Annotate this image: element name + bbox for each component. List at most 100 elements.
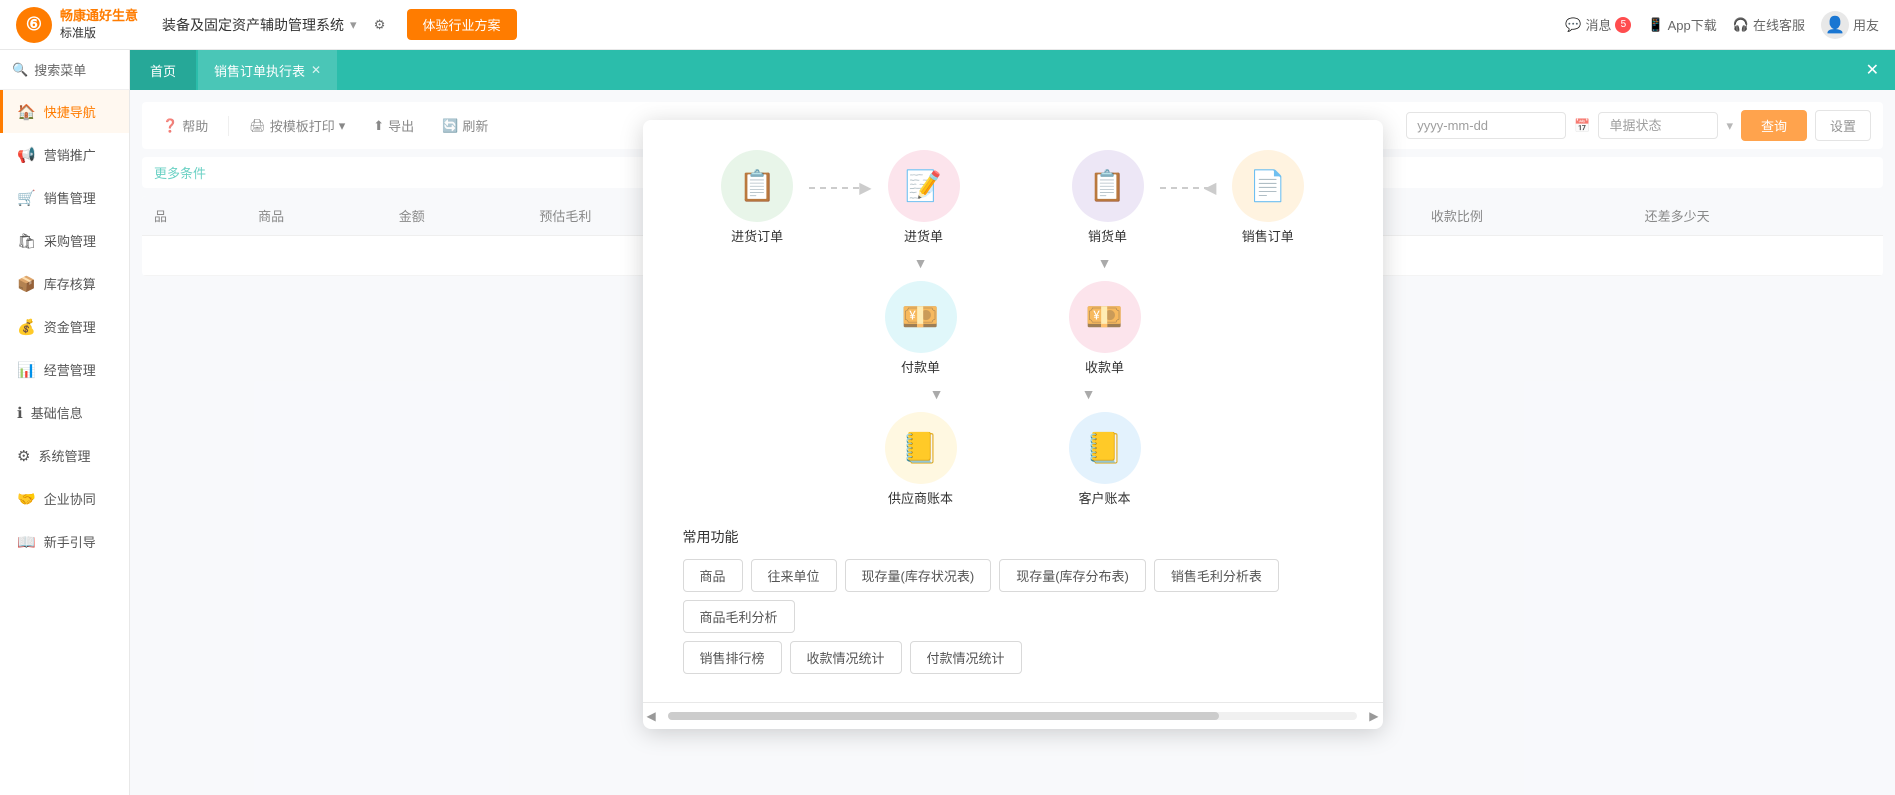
operation-icon: 📊 — [17, 361, 36, 379]
func-btn-contacts[interactable]: 往来单位 — [751, 559, 837, 592]
sidebar-item-marketing[interactable]: 📢 营销推广 — [0, 133, 129, 176]
purchase-order-circle: 📋 — [721, 150, 793, 222]
flow-section: 📋 进货订单 ▶ — [683, 150, 1343, 507]
message-badge: 5 — [1615, 17, 1631, 33]
sidebar-item-operation[interactable]: 📊 经营管理 — [0, 348, 129, 391]
phone-icon: 📱 — [1647, 17, 1663, 33]
func-buttons-row2: 销售排行榜 收款情况统计 付款情况统计 — [683, 641, 1343, 674]
page-content: ❓ 帮助 🖨 按模板打印 ▾ ⬆ 导出 🔄 刷新 — [130, 90, 1895, 795]
purchase-bill-circle: 📝 — [888, 150, 960, 222]
tab-bar-close-button[interactable]: ✕ — [1850, 60, 1895, 80]
func-btn-stock-status[interactable]: 现存量(库存状况表) — [845, 559, 992, 592]
flow-node-purchase-bill[interactable]: 📝 进货单 — [888, 150, 960, 245]
system-title-area: 装备及固定资产辅助管理系统 ▾ ⚙ 体验行业方案 — [162, 9, 1565, 40]
flow-arrows-row: ▼ ▼ — [683, 255, 1343, 271]
sales-icon: 🛒 — [17, 189, 36, 207]
func-btn-product-margin[interactable]: 商品毛利分析 — [683, 600, 795, 633]
sidebar-item-sales[interactable]: 🛒 销售管理 — [0, 176, 129, 219]
flow-node-sales-order[interactable]: 📄 销售订单 — [1232, 150, 1304, 245]
search-icon: 🔍 — [12, 62, 28, 78]
func-btn-product[interactable]: 商品 — [683, 559, 743, 592]
tab-sales-order-execution[interactable]: 销售订单执行表 ✕ — [198, 50, 337, 90]
sidebar-item-newbie[interactable]: 📖 新手引导 — [0, 520, 129, 563]
scroll-right-icon[interactable]: ▶ — [1365, 709, 1382, 723]
corp-icon: 🤝 — [17, 490, 36, 508]
flow-arrows-row2: ▼ ▼ — [683, 386, 1343, 402]
supplier-ledger-label: 供应商账本 — [888, 488, 953, 507]
sales-bill-circle: 📋 — [1072, 150, 1144, 222]
app-download-button[interactable]: 📱 App下载 — [1647, 15, 1716, 34]
arrow-h2: ▶ — [1160, 178, 1216, 198]
app-container: ⑥ 畅康通好生意 标准版 装备及固定资产辅助管理系统 ▾ ⚙ 体验行业方案 💬 … — [0, 0, 1895, 795]
sidebar-item-system[interactable]: ⚙ 系统管理 — [0, 434, 129, 477]
sidebar-item-corp[interactable]: 🤝 企业协同 — [0, 477, 129, 520]
base-icon: ℹ — [17, 404, 23, 422]
system-icon: ⚙ — [17, 447, 30, 465]
func-btn-sales-margin[interactable]: 销售毛利分析表 — [1154, 559, 1279, 592]
inventory-icon: 📦 — [17, 275, 36, 293]
sidebar-item-base[interactable]: ℹ 基础信息 — [0, 391, 129, 434]
tab-home[interactable]: 首页 — [130, 50, 196, 90]
scroll-left-icon[interactable]: ◀ — [643, 709, 660, 723]
trial-button[interactable]: 体验行业方案 — [407, 9, 517, 40]
system-dropdown-icon[interactable]: ▾ — [350, 17, 357, 33]
sidebar-search[interactable]: 🔍 搜索菜单 — [0, 50, 129, 90]
sidebar-item-quick-nav[interactable]: 🏠 快捷导航 — [0, 90, 129, 133]
content-area: 首页 销售订单执行表 ✕ ✕ ❓ 帮助 🖨 — [130, 50, 1895, 795]
modal-overlay: 📋 进货订单 ▶ — [130, 90, 1895, 795]
flow-top-row: 📋 进货订单 ▶ — [683, 150, 1343, 245]
flow-mid-row: 💴 付款单 💴 收款单 — [683, 281, 1343, 376]
tab-close-icon[interactable]: ✕ — [311, 63, 321, 77]
sidebar-item-finance[interactable]: 💰 资金管理 — [0, 305, 129, 348]
purchase-icon: 🛍 — [17, 232, 36, 250]
logo-icon: ⑥ — [16, 7, 52, 43]
flow-node-purchase-order[interactable]: 📋 进货订单 — [721, 150, 793, 245]
finance-icon: 💰 — [17, 318, 36, 336]
customer-ledger-circle: 📒 — [1069, 412, 1141, 484]
sales-order-circle: 📄 — [1232, 150, 1304, 222]
scroll-track[interactable] — [668, 712, 1358, 720]
main-area: 🔍 搜索菜单 🏠 快捷导航 📢 营销推广 🛒 销售管理 🛍 采购管理 📦 — [0, 50, 1895, 795]
sidebar-item-inventory[interactable]: 📦 库存核算 — [0, 262, 129, 305]
flow-node-customer-ledger[interactable]: 📒 客户账本 — [1069, 412, 1141, 507]
modal-scrollbar: ◀ ▶ — [643, 702, 1383, 729]
purchase-order-label: 进货订单 — [731, 226, 783, 245]
purchase-bill-label: 进货单 — [904, 226, 943, 245]
top-bar: ⑥ 畅康通好生意 标准版 装备及固定资产辅助管理系统 ▾ ⚙ 体验行业方案 💬 … — [0, 0, 1895, 50]
supplier-ledger-circle: 📒 — [885, 412, 957, 484]
marketing-icon: 📢 — [17, 146, 36, 164]
logo-area: ⑥ 畅康通好生意 标准版 — [16, 7, 146, 43]
flow-node-sales-bill[interactable]: 📋 销货单 — [1072, 150, 1144, 245]
home-icon: 🏠 — [17, 103, 36, 121]
settings-button[interactable]: ⚙ — [365, 10, 395, 40]
quick-nav-modal: 📋 进货订单 ▶ — [643, 120, 1383, 729]
arrow-down-supplier: ▼ — [901, 386, 973, 402]
system-title: 装备及固定资产辅助管理系统 — [162, 15, 344, 35]
common-funcs: 常用功能 商品 往来单位 现存量(库存状况表) 现存量(库存分布表) 销售毛利分… — [683, 527, 1343, 674]
flow-node-receipt[interactable]: 💴 收款单 — [1069, 281, 1141, 376]
func-btn-payment-stats[interactable]: 付款情况统计 — [910, 641, 1022, 674]
message-button[interactable]: 💬 消息 5 — [1565, 15, 1631, 34]
user-menu[interactable]: 👤 用友 — [1821, 11, 1879, 39]
arrow-down-payment: ▼ — [885, 255, 957, 271]
arrow-h1: ▶ — [809, 178, 871, 198]
newbie-icon: 📖 — [17, 533, 36, 551]
top-right-area: 💬 消息 5 📱 App下载 🎧 在线客服 👤 用友 — [1565, 11, 1879, 39]
flow-node-supplier-ledger[interactable]: 📒 供应商账本 — [885, 412, 957, 507]
func-buttons-row1: 商品 往来单位 现存量(库存状况表) 现存量(库存分布表) 销售毛利分析表 商品… — [683, 559, 1343, 633]
sales-bill-label: 销货单 — [1088, 226, 1127, 245]
func-btn-stock-dist[interactable]: 现存量(库存分布表) — [999, 559, 1146, 592]
logo-text: 畅康通好生意 标准版 — [60, 7, 138, 42]
headset-icon: 🎧 — [1733, 17, 1749, 33]
func-btn-receipt-stats[interactable]: 收款情况统计 — [790, 641, 902, 674]
payment-circle: 💴 — [885, 281, 957, 353]
flow-node-payment[interactable]: 💴 付款单 — [885, 281, 957, 376]
receipt-circle: 💴 — [1069, 281, 1141, 353]
tab-bar: 首页 销售订单执行表 ✕ ✕ — [130, 50, 1895, 90]
arrow-down-receipt: ▼ — [1069, 255, 1141, 271]
online-service-button[interactable]: 🎧 在线客服 — [1733, 15, 1805, 34]
customer-ledger-label: 客户账本 — [1078, 488, 1130, 507]
avatar: 👤 — [1821, 11, 1849, 39]
func-btn-sales-rank[interactable]: 销售排行榜 — [683, 641, 782, 674]
sidebar-item-purchase[interactable]: 🛍 采购管理 — [0, 219, 129, 262]
